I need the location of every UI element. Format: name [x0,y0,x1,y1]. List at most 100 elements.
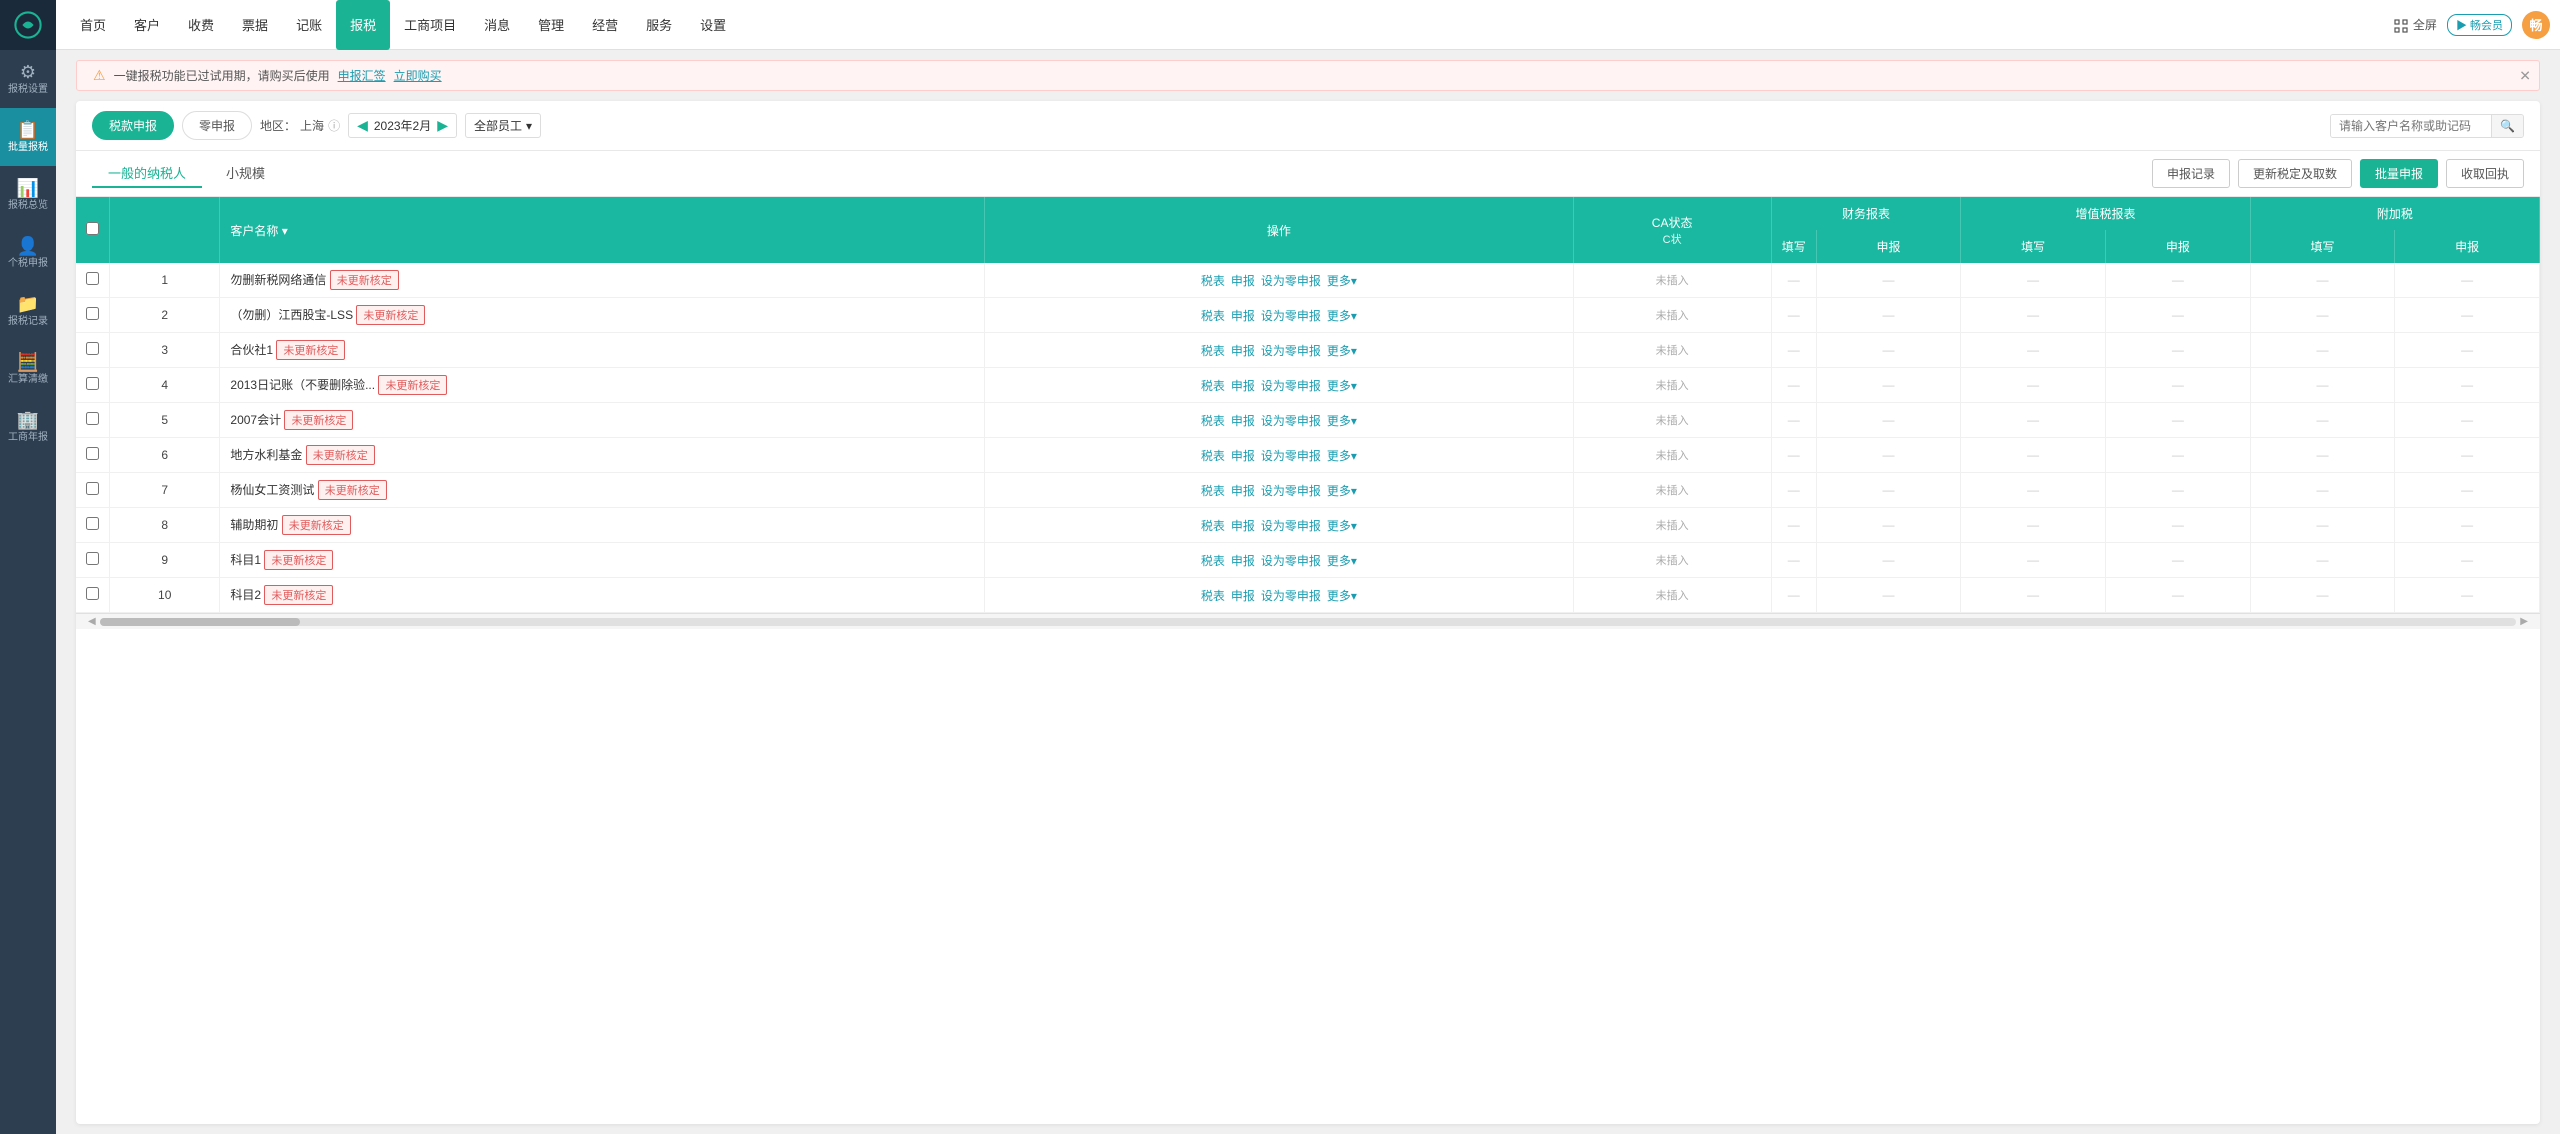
search-button[interactable]: 🔍 [2491,115,2523,137]
notice-close-button[interactable]: ✕ [2519,67,2531,84]
op-link[interactable]: 设为零申报 [1261,484,1321,498]
op-link[interactable]: 税表 [1201,309,1225,323]
row-operations: 税表申报设为零申报更多▾ [985,368,1573,403]
op-link[interactable]: 申报 [1231,484,1255,498]
op-link[interactable]: 设为零申报 [1261,309,1321,323]
upgrade-button[interactable]: ▶ 畅会员 [2447,14,2512,36]
nav-item-fuwu[interactable]: 服务 [632,0,686,50]
op-link[interactable]: 设为零申报 [1261,274,1321,288]
scroll-right-button[interactable]: ▶ [2516,616,2532,627]
sidebar-item-piliangbaoshui[interactable]: 📋 批量报税 [0,108,56,166]
row-checkbox[interactable] [86,587,99,600]
op-link[interactable]: 税表 [1201,554,1225,568]
row-checkbox[interactable] [86,482,99,495]
scroll-left-button[interactable]: ◀ [84,616,100,627]
sidebar-item-baoshuizonglan[interactable]: 📊 报税总览 [0,166,56,224]
op-link[interactable]: 申报 [1231,554,1255,568]
nav-item-piaoju[interactable]: 票据 [228,0,282,50]
nav-item-baoshui[interactable]: 报税 [336,0,390,50]
nav-item-home[interactable]: 首页 [66,0,120,50]
nav-item-jingying[interactable]: 经营 [578,0,632,50]
notice-link2[interactable]: 立即购买 [394,67,442,84]
op-link[interactable]: 税表 [1201,379,1225,393]
row-checkbox[interactable] [86,377,99,390]
op-link[interactable]: 税表 [1201,519,1225,533]
op-link[interactable]: 更多▾ [1327,589,1357,603]
nav-item-customer[interactable]: 客户 [120,0,174,50]
search-input[interactable] [2331,115,2491,137]
row-checkbox[interactable] [86,447,99,460]
op-link[interactable]: 更多▾ [1327,379,1357,393]
period-next-button[interactable]: ▶ [437,117,448,134]
sidebar-item-huisuanjiqing[interactable]: 🧮 汇算清缴 [0,340,56,398]
nav-item-shoufei[interactable]: 收费 [174,0,228,50]
op-link[interactable]: 申报 [1231,449,1255,463]
op-link[interactable]: 申报 [1231,414,1255,428]
op-link[interactable]: 设为零申报 [1261,554,1321,568]
op-link[interactable]: 更多▾ [1327,344,1357,358]
nav-item-guanli[interactable]: 管理 [524,0,578,50]
op-link[interactable]: 税表 [1201,274,1225,288]
op-link[interactable]: 申报 [1231,519,1255,533]
tab-zero-shenbao[interactable]: 零申报 [182,111,252,140]
op-link[interactable]: 税表 [1201,344,1225,358]
nav-item-jizhang[interactable]: 记账 [282,0,336,50]
nav-item-shezhi[interactable]: 设置 [686,0,740,50]
op-link[interactable]: 更多▾ [1327,414,1357,428]
th-checkbox[interactable] [76,197,110,263]
scrollbar-thumb[interactable] [100,618,300,626]
op-link[interactable]: 申报 [1231,589,1255,603]
sidebar-item-gongshangnianbao[interactable]: 🏢 工商年报 [0,398,56,456]
op-link[interactable]: 设为零申报 [1261,589,1321,603]
op-link[interactable]: 更多▾ [1327,554,1357,568]
batch-apply-button[interactable]: 批量申报 [2360,159,2438,188]
op-link[interactable]: 更多▾ [1327,449,1357,463]
tab-shuikuan-shenbao[interactable]: 税款申报 [92,111,174,140]
avatar[interactable]: 畅 [2522,11,2550,39]
op-link[interactable]: 设为零申报 [1261,414,1321,428]
row-checkbox[interactable] [86,307,99,320]
retrieve-button[interactable]: 收取回执 [2446,159,2524,188]
fullscreen-button[interactable]: 全屏 [2394,16,2437,33]
op-link[interactable]: 设为零申报 [1261,449,1321,463]
op-link[interactable]: 设为零申报 [1261,519,1321,533]
row-cell: — [1816,508,1961,543]
row-checkbox[interactable] [86,517,99,530]
row-cell: — [2250,298,2395,333]
row-checkbox[interactable] [86,272,99,285]
sidebar-item-baoshuishezhi[interactable]: ⚙ 报税设置 [0,50,56,108]
subtab-small-scale[interactable]: 小规模 [210,159,281,188]
op-link[interactable]: 税表 [1201,414,1225,428]
record-button[interactable]: 申报记录 [2152,159,2230,188]
scrollbar-track[interactable] [100,618,2517,626]
sidebar-item-baoshuijilu[interactable]: 📁 报税记录 [0,282,56,340]
update-button[interactable]: 更新税定及取数 [2238,159,2352,188]
op-link[interactable]: 设为零申报 [1261,344,1321,358]
subtab-general-taxpayer[interactable]: 一般的纳税人 [92,159,202,188]
status-badge: 未更新核定 [356,305,425,325]
op-link[interactable]: 申报 [1231,379,1255,393]
op-link[interactable]: 更多▾ [1327,519,1357,533]
sort-icon[interactable]: ▾ [282,224,288,238]
op-link[interactable]: 更多▾ [1327,274,1357,288]
sidebar-item-geshuishenbao[interactable]: 👤 个税申报 [0,224,56,282]
period-prev-button[interactable]: ◀ [357,117,368,134]
select-all-checkbox[interactable] [86,222,99,235]
nav-item-gongshang[interactable]: 工商项目 [390,0,470,50]
op-link[interactable]: 申报 [1231,344,1255,358]
op-link[interactable]: 税表 [1201,589,1225,603]
op-link[interactable]: 申报 [1231,309,1255,323]
dept-selector[interactable]: 全部员工 ▾ [465,113,541,138]
op-link[interactable]: 更多▾ [1327,309,1357,323]
row-checkbox[interactable] [86,412,99,425]
info-icon[interactable]: ⓘ [328,117,340,134]
op-link[interactable]: 申报 [1231,274,1255,288]
row-checkbox[interactable] [86,342,99,355]
nav-item-xiaoxi[interactable]: 消息 [470,0,524,50]
notice-link1[interactable]: 申报汇签 [338,67,386,84]
op-link[interactable]: 更多▾ [1327,484,1357,498]
op-link[interactable]: 税表 [1201,449,1225,463]
op-link[interactable]: 税表 [1201,484,1225,498]
row-checkbox[interactable] [86,552,99,565]
op-link[interactable]: 设为零申报 [1261,379,1321,393]
